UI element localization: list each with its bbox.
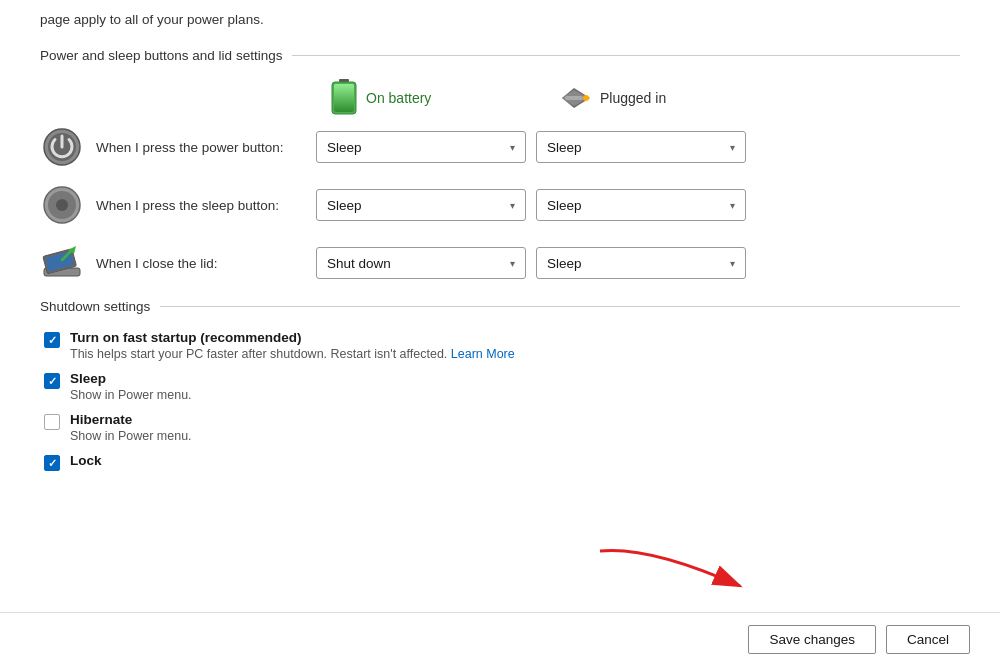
- lid-plugged-dropdown[interactable]: Sleep ▾: [536, 247, 746, 279]
- arrow-annotation: [590, 541, 770, 604]
- section2-title: Shutdown settings: [40, 299, 150, 314]
- lid-battery-arrow: ▾: [510, 258, 515, 269]
- main-content: page apply to all of your power plans. P…: [0, 0, 1000, 471]
- sleep-button-battery-dropdown[interactable]: Sleep ▾: [316, 189, 526, 221]
- sleep-button-battery-value: Sleep: [327, 198, 362, 213]
- power-button-dropdowns: Sleep ▾ Sleep ▾: [316, 131, 746, 163]
- lid-plugged-value: Sleep: [547, 256, 582, 271]
- battery-icon: [330, 79, 358, 117]
- section1-title: Power and sleep buttons and lid settings: [40, 48, 282, 63]
- sleep-label: Sleep: [70, 371, 192, 386]
- lock-label: Lock: [70, 453, 102, 468]
- power-button-plugged-arrow: ▾: [730, 142, 735, 153]
- sleep-button-plugged-dropdown[interactable]: Sleep ▾: [536, 189, 746, 221]
- hibernate-checkbox[interactable]: [44, 414, 60, 430]
- learn-more-link[interactable]: Learn More: [451, 347, 515, 361]
- hibernate-sublabel: Show in Power menu.: [70, 429, 192, 443]
- sleep-button-plugged-value: Sleep: [547, 198, 582, 213]
- battery-column-header: On battery: [330, 79, 560, 117]
- footer-bar: Save changes Cancel: [0, 612, 1000, 666]
- plugged-column-header: Plugged in: [560, 79, 790, 117]
- sleep-sublabel: Show in Power menu.: [70, 388, 192, 402]
- lid-icon-svg: [40, 244, 84, 282]
- plug-icon: [560, 86, 592, 110]
- fast-startup-checkbox[interactable]: [44, 332, 60, 348]
- lock-row: Lock: [40, 453, 960, 471]
- power-button-battery-dropdown[interactable]: Sleep ▾: [316, 131, 526, 163]
- sleep-button-icon: [40, 183, 84, 227]
- power-icon-svg: [43, 128, 81, 166]
- svg-point-7: [583, 95, 589, 101]
- power-button-icon: [40, 125, 84, 169]
- power-button-plugged-value: Sleep: [547, 140, 582, 155]
- power-button-plugged-dropdown[interactable]: Sleep ▾: [536, 131, 746, 163]
- svg-point-12: [56, 199, 68, 211]
- sleep-button-label: When I press the sleep button:: [96, 198, 316, 213]
- cancel-button[interactable]: Cancel: [886, 625, 970, 654]
- lid-dropdowns: Shut down ▾ Sleep ▾: [316, 247, 746, 279]
- battery-label: On battery: [366, 90, 431, 106]
- arrow-svg: [590, 541, 770, 601]
- lid-row: When I close the lid: Shut down ▾ Sleep …: [40, 241, 960, 285]
- hibernate-row: Hibernate Show in Power menu.: [40, 412, 960, 443]
- sleep-button-battery-arrow: ▾: [510, 200, 515, 211]
- shutdown-section: Shutdown settings Turn on fast startup (…: [40, 299, 960, 471]
- intro-text: page apply to all of your power plans.: [40, 10, 960, 30]
- lid-battery-dropdown[interactable]: Shut down ▾: [316, 247, 526, 279]
- lock-checkbox[interactable]: [44, 455, 60, 471]
- lid-icon-container: [40, 241, 84, 285]
- power-button-label: When I press the power button:: [96, 140, 316, 155]
- section1-header: Power and sleep buttons and lid settings: [40, 48, 960, 63]
- power-button-row: When I press the power button: Sleep ▾ S…: [40, 125, 960, 169]
- sleep-button-dropdowns: Sleep ▾ Sleep ▾: [316, 189, 746, 221]
- fast-startup-sublabel: This helps start your PC faster after sh…: [70, 347, 515, 361]
- fast-startup-row: Turn on fast startup (recommended) This …: [40, 330, 960, 361]
- fast-startup-label-group: Turn on fast startup (recommended) This …: [70, 330, 515, 361]
- lid-label: When I close the lid:: [96, 256, 316, 271]
- section1-divider: [292, 55, 960, 56]
- power-button-battery-arrow: ▾: [510, 142, 515, 153]
- sleep-row: Sleep Show in Power menu.: [40, 371, 960, 402]
- sleep-icon-svg: [43, 186, 81, 224]
- sleep-label-group: Sleep Show in Power menu.: [70, 371, 192, 402]
- hibernate-label-group: Hibernate Show in Power menu.: [70, 412, 192, 443]
- sleep-button-row: When I press the sleep button: Sleep ▾ S…: [40, 183, 960, 227]
- lock-label-group: Lock: [70, 453, 102, 468]
- sleep-button-plugged-arrow: ▾: [730, 200, 735, 211]
- lid-battery-value: Shut down: [327, 256, 391, 271]
- sleep-checkbox[interactable]: [44, 373, 60, 389]
- plugged-label: Plugged in: [600, 90, 666, 106]
- svg-rect-6: [565, 96, 583, 100]
- svg-rect-3: [334, 84, 354, 112]
- column-headers: On battery Plugged in: [330, 79, 960, 117]
- section2-divider: [160, 306, 960, 307]
- lid-plugged-arrow: ▾: [730, 258, 735, 269]
- section2-header: Shutdown settings: [40, 299, 960, 314]
- fast-startup-label: Turn on fast startup (recommended): [70, 330, 515, 345]
- power-button-battery-value: Sleep: [327, 140, 362, 155]
- save-changes-button[interactable]: Save changes: [748, 625, 876, 654]
- hibernate-label: Hibernate: [70, 412, 192, 427]
